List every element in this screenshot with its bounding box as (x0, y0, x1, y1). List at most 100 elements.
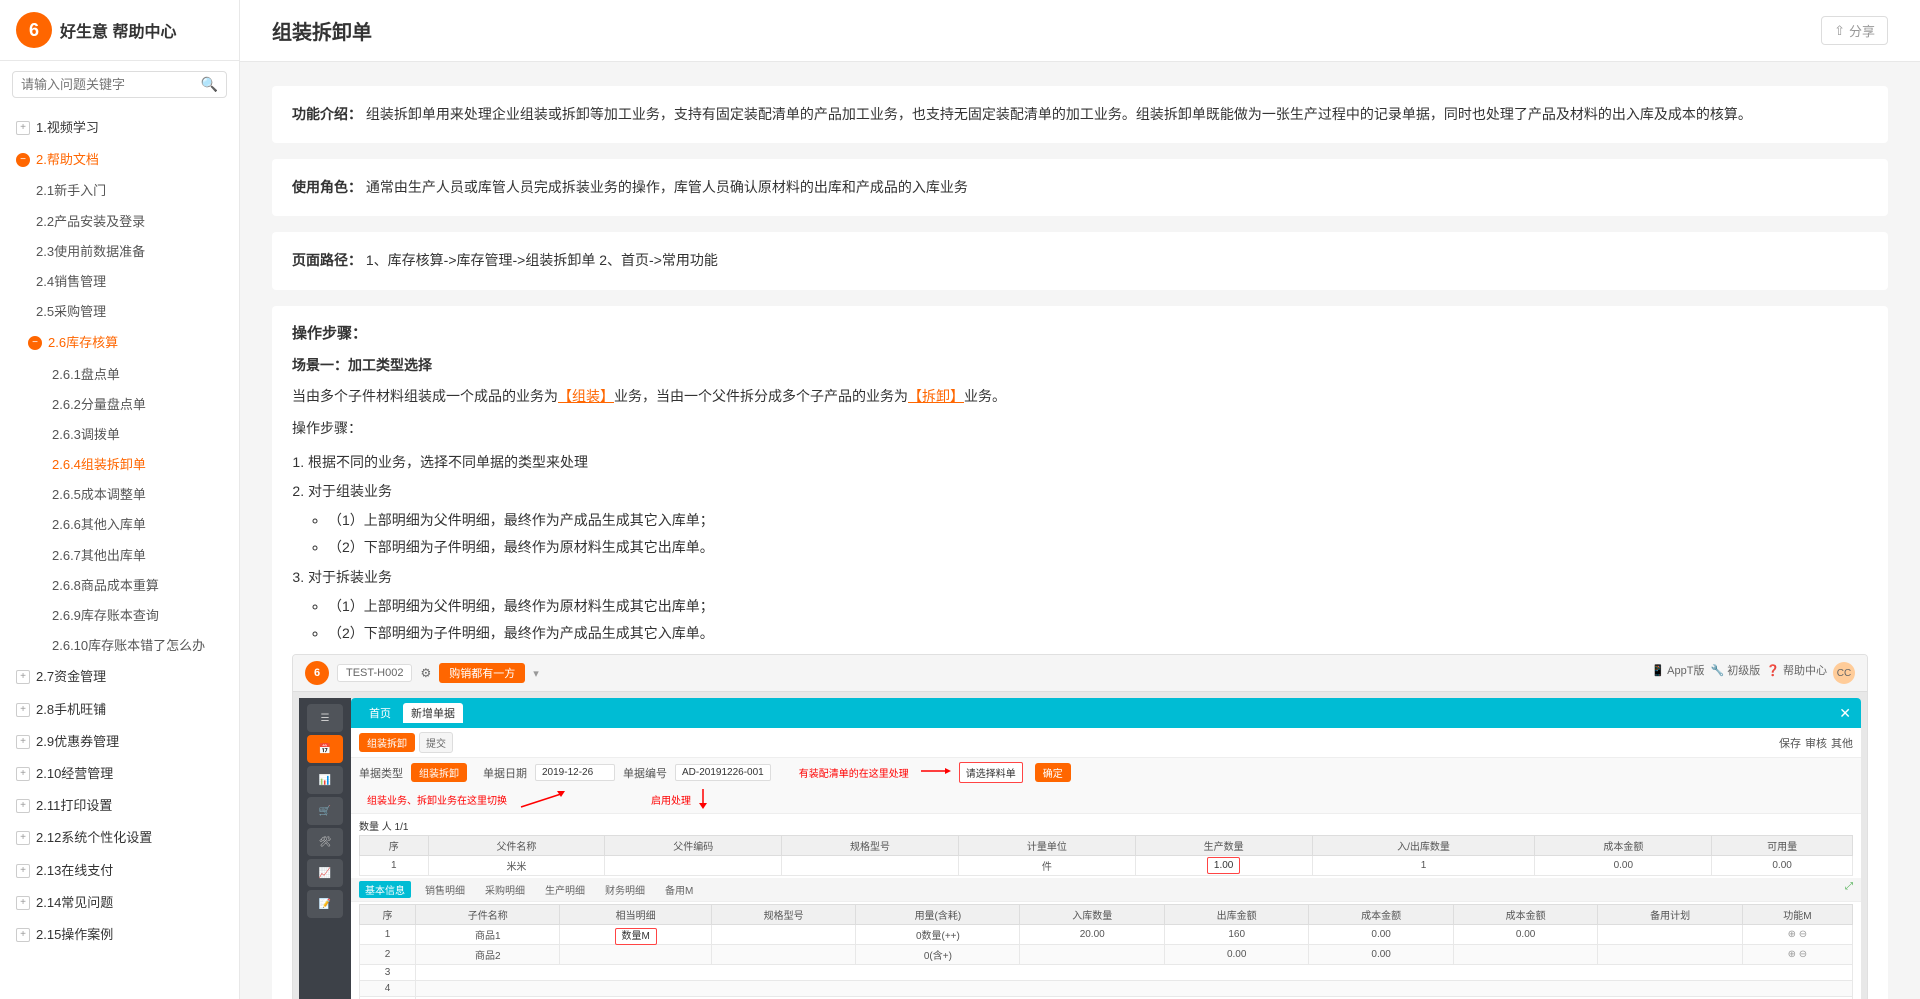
role-text: 通常由生产人员或库管人员完成拆装业务的操作，库管人员确认原材料的出库和产成品的入… (366, 179, 968, 195)
sidebar-item-onlinepay[interactable]: + 2.13在线支付 (0, 855, 239, 887)
brand-name: 好生意 帮助中心 (60, 18, 176, 42)
mock-bom-input[interactable]: 请选择料单 (959, 762, 1023, 783)
mock-sub-tab-finance[interactable]: 财务明细 (599, 881, 651, 898)
mock-lc-backup (1598, 925, 1742, 945)
mock-process-arrow (693, 789, 713, 809)
sidebar: 6 好生意 帮助中心 🔍 + 1.视频学习 − 2.帮助文档 2.1新手入门 2… (0, 0, 240, 999)
sidebar-item-portion[interactable]: 2.6.2分量盘点单 (0, 390, 239, 420)
sidebar-item-video[interactable]: + 1.视频学习 (0, 112, 239, 144)
sidebar-item-prepare[interactable]: 2.3使用前数据准备 (0, 237, 239, 267)
sidebar-item-adjust[interactable]: 2.6.3调拨单 (0, 420, 239, 450)
mock-arrow-right (921, 765, 951, 780)
assembly-link[interactable]: 【组装】 (558, 388, 614, 404)
mock-sub-tab-backup[interactable]: 备用M (659, 881, 699, 898)
sidebar-item-cash[interactable]: + 2.7资金管理 (0, 661, 239, 693)
search-box[interactable]: 🔍 (12, 71, 227, 98)
mock-tab-home: 首页 (361, 703, 399, 723)
sidebar-item-ops[interactable]: + 2.10经营管理 (0, 758, 239, 790)
sidebar-item-docs[interactable]: − 2.帮助文档 (0, 144, 239, 176)
expand-icon: + (16, 670, 30, 684)
mock-lc-spec2 (711, 945, 855, 965)
step-3-2: （2）下部明细为子件明细，最终作为产成品生成其它入库单。 (328, 621, 1868, 646)
expand-icon: + (16, 896, 30, 910)
mock-lth-detail: 相当明细 (560, 905, 711, 925)
mock-lc-usage: 0数量(++) (856, 925, 1020, 945)
mock-cell-unit: 件 (958, 856, 1135, 876)
scenario-title: 场景一：加工类型选择 (292, 355, 1868, 375)
mock-lc-seq4: 4 (360, 981, 416, 997)
mock-lower-row-2: 2 商品2 0(含+) 0.00 0.00 (360, 945, 1853, 965)
mock-switch-row: 组装业务、拆卸业务在这里切换 启用处理 (351, 787, 1861, 813)
mock-nav-icon-1: ☰ (307, 704, 343, 732)
sidebar-item-otherinput[interactable]: 2.6.6其他入库单 (0, 510, 239, 540)
sidebar-item-stockcheck[interactable]: 2.6.9库存账本查询 (0, 601, 239, 631)
sidebar-item-costadjust[interactable]: 2.6.5成本调整单 (0, 480, 239, 510)
sidebar-item-coupon[interactable]: + 2.9优惠券管理 (0, 726, 239, 758)
mock-confirm-btn[interactable]: 确定 (1035, 763, 1071, 782)
mock-cell-ioqty: 1 (1312, 856, 1535, 876)
mock-sub-tab-purchase[interactable]: 采购明细 (479, 881, 531, 898)
mock-doctype-btn[interactable]: 组装拆卸 (359, 733, 415, 752)
sidebar-item-install[interactable]: 2.2产品安装及登录 (0, 207, 239, 237)
mock-lower-row-3: 3 (360, 965, 1853, 981)
sidebar-item-assembly[interactable]: 2.6.4组装拆卸单 (0, 450, 239, 480)
sidebar-item-inventory[interactable]: − 2.6库存核算 (0, 327, 239, 359)
mock-form-area: 单据类型 组装拆卸 单据日期 2019-12-26 单据编号 AD-201912… (351, 758, 1861, 814)
mock-field-label-date: 单据日期 (483, 765, 527, 781)
mock-sub-tab-basic[interactable]: 基本信息 (359, 881, 411, 898)
sidebar-item-mobile[interactable]: + 2.8手机旺铺 (0, 694, 239, 726)
mock-lth-outamt: 出库金额 (1164, 905, 1308, 925)
collapse-icon: − (16, 153, 30, 167)
mock-action-btn[interactable]: 提交 (419, 732, 453, 753)
mock-lc-name2: 商品2 (416, 945, 560, 965)
search-icon[interactable]: 🔍 (201, 76, 218, 93)
sidebar-item-costcalc[interactable]: 2.6.8商品成本重算 (0, 571, 239, 601)
main-content: 组装拆卸单 ⇧ 分享 功能介绍： 组装拆卸单用来处理企业组装或拆卸等加工业务，支… (240, 0, 1920, 999)
mock-qty-input[interactable]: 1.00 (1207, 857, 1240, 874)
collapse-icon-inventory: − (28, 336, 42, 350)
sidebar-item-faq[interactable]: + 2.14常见问题 (0, 887, 239, 919)
sidebar-item-newbie[interactable]: 2.1新手入门 (0, 176, 239, 206)
mock-switch-annotation: 组装业务、拆卸业务在这里切换 (367, 792, 507, 807)
share-label: 分享 (1849, 21, 1875, 40)
disassembly-link[interactable]: 【拆卸】 (908, 388, 964, 404)
sidebar-item-label: 2.11打印设置 (36, 797, 112, 815)
expand-icon: + (16, 831, 30, 845)
mock-topbar-left: 6 TEST-H002 ⚙ 购销都有一方 ▾ (305, 661, 1643, 685)
sidebar-item-print[interactable]: + 2.11打印设置 (0, 790, 239, 822)
search-input[interactable] (21, 77, 201, 92)
expand-icon: + (16, 799, 30, 813)
sidebar-item-label: 2.8手机旺铺 (36, 701, 106, 719)
sidebar-item-sales[interactable]: 2.4销售管理 (0, 267, 239, 297)
sidebar-header: 6 好生意 帮助中心 (0, 0, 239, 61)
mock-lower-section: 序 子件名称 相当明细 规格型号 用量(含耗) 入库数量 出库金额 成本金额 成 (351, 902, 1861, 999)
expand-icon: + (16, 703, 30, 717)
mock-lc-cost1: 0.00 (1309, 925, 1453, 945)
mock-cell-spec (782, 856, 959, 876)
mock-topbar: 6 TEST-H002 ⚙ 购销都有一方 ▾ 📱 AppT版 🔧 初级版 ❓ 帮… (293, 655, 1867, 692)
mock-lth-usage: 用量(含耗) (856, 905, 1020, 925)
mock-th-parentcode: 父件编码 (605, 836, 782, 856)
mock-expand-icon[interactable]: ⤢ (1845, 881, 1853, 898)
mock-close-icon[interactable]: ✕ (1839, 705, 1851, 722)
sidebar-item-cases[interactable]: + 2.15操作案例 (0, 919, 239, 951)
step-2: 对于组装业务 （1）上部明细为父件明细，最终作为产成品生成其它入库单； （2）下… (308, 479, 1868, 561)
mock-lc-detail: 数量M (560, 925, 711, 945)
sidebar-item-system[interactable]: + 2.12系统个性化设置 (0, 822, 239, 854)
mock-sub-tab-sales[interactable]: 销售明细 (419, 881, 471, 898)
mock-nav-icon-4: 🛒 (307, 797, 343, 825)
mock-nav-btn: 购销都有一方 (439, 663, 525, 683)
mock-detail-input[interactable]: 数量M (615, 928, 657, 945)
mock-lc-outamt: 160 (1164, 925, 1308, 945)
sidebar-item-stocktake[interactable]: 2.6.1盘点单 (0, 360, 239, 390)
sidebar-item-stockerror[interactable]: 2.6.10库存账本错了怎么办 (0, 631, 239, 661)
sidebar-item-purchase[interactable]: 2.5采购管理 (0, 297, 239, 327)
mock-cell-prodqty: 1.00 (1135, 856, 1312, 876)
share-button[interactable]: ⇧ 分享 (1821, 16, 1888, 45)
mock-lth-backup: 备用计划 (1598, 905, 1742, 925)
mock-field-label-no: 单据编号 (623, 765, 667, 781)
sidebar-item-otheroutput[interactable]: 2.6.7其他出库单 (0, 541, 239, 571)
mock-sub-tab-produce[interactable]: 生产明细 (539, 881, 591, 898)
page-header: 组装拆卸单 ⇧ 分享 (240, 0, 1920, 62)
intro-text: 组装拆卸单用来处理企业组装或拆卸等加工业务，支持有固定装配清单的产品加工业务，也… (366, 106, 1752, 122)
